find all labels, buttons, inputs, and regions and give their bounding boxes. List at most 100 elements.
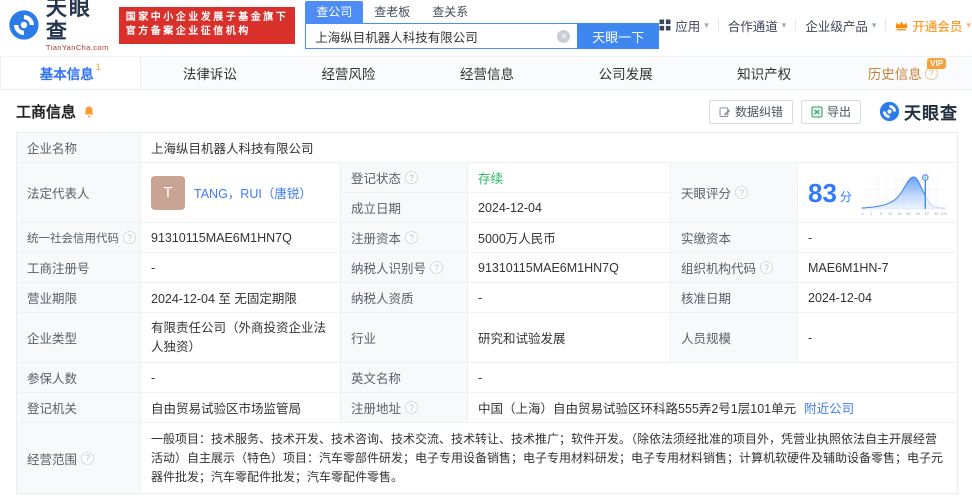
nearby-companies-link[interactable]: 附近公司	[804, 398, 854, 417]
english-name-value: -	[478, 371, 482, 385]
insured-count-value: -	[151, 371, 155, 385]
field-value-tianyan-score: 83 分 0 1	[798, 163, 957, 223]
field-value-reg-status: 存续	[468, 163, 671, 193]
svg-text:99: 99	[934, 211, 938, 215]
help-icon[interactable]: ?	[760, 261, 773, 274]
help-icon[interactable]: ?	[81, 452, 94, 465]
reg-capital-value: 5000万人民币	[478, 228, 556, 247]
help-icon[interactable]: ?	[405, 171, 418, 184]
menu-partner-label: 合作通道	[728, 16, 778, 35]
label-text: 核准日期	[681, 288, 731, 307]
field-value-reg-authority: 自由贸易试验区市场监管局	[141, 393, 341, 423]
svg-text:5: 5	[880, 211, 882, 215]
field-label-approval-date: 核准日期	[671, 283, 798, 313]
menu-apps[interactable]: 应用 ▾	[659, 16, 709, 35]
label-text: 英文名称	[351, 368, 401, 387]
field-label-taxpayer-id: 纳税人识别号 ?	[341, 253, 468, 283]
help-icon[interactable]: ?	[405, 231, 418, 244]
field-value-company-type: 有限责任公司（外商投资企业法人独资）	[141, 313, 341, 363]
search-tab-boss[interactable]: 查老板	[363, 1, 421, 23]
tab-history-info[interactable]: VIP 历史信息 ?	[833, 57, 972, 89]
field-label-org-code: 组织机构代码 ?	[671, 253, 798, 283]
field-label-establish-date: 成立日期	[341, 193, 468, 223]
search-tab-company[interactable]: 查公司	[305, 1, 363, 23]
svg-text:97: 97	[925, 211, 929, 215]
label-text: 注册资本	[351, 228, 401, 247]
business-term-value: 2024-12-04 至 无固定期限	[151, 288, 297, 307]
help-icon[interactable]: ?	[123, 231, 136, 244]
header-menu: 应用 ▾ 合作通道 ▾ 企业级产品 ▾ 开通会员 ▾	[659, 16, 972, 35]
field-label-company-name: 企业名称	[17, 133, 141, 163]
tab-intellectual-property[interactable]: 知识产权	[695, 57, 834, 89]
field-label-reg-status: 登记状态 ?	[341, 163, 468, 193]
logo-text: 天眼查 TianYanCha.com	[46, 0, 111, 52]
section-title: 工商信息	[16, 101, 76, 122]
export-button[interactable]: 导出	[801, 100, 861, 124]
score-distribution-chart: 0 1 5 15 40 60 80 97 99 100	[860, 166, 947, 220]
label-text: 天眼评分	[681, 183, 731, 202]
field-value-establish-date: 2024-12-04	[468, 193, 671, 223]
field-value-industry: 研究和试验发展	[468, 313, 671, 363]
field-value-org-code: MAE6M1HN-7	[798, 253, 957, 283]
label-text: 组织机构代码	[681, 258, 756, 277]
avatar[interactable]: T	[151, 176, 185, 210]
label-text: 纳税人识别号	[351, 258, 426, 277]
help-icon[interactable]: ?	[430, 261, 443, 274]
field-label-reg-authority: 登记机关	[17, 393, 141, 423]
search-button[interactable]: 天眼一下	[577, 23, 659, 49]
field-value-english-name: -	[468, 363, 957, 393]
tab-count-badge: 1	[96, 62, 101, 72]
svg-text:15: 15	[888, 211, 892, 215]
watermark-brand-text: 天眼查	[904, 99, 958, 124]
edit-correction-icon	[719, 106, 731, 118]
menu-apps-label: 应用	[675, 16, 700, 35]
tab-intellectual-property-label: 知识产权	[737, 63, 791, 83]
legal-rep-link[interactable]: TANG，RUI（唐锐）	[194, 183, 312, 202]
crown-icon	[895, 20, 908, 31]
divider	[795, 19, 796, 31]
field-value-legal-rep: T TANG，RUI（唐锐）	[141, 163, 341, 223]
svg-text:100: 100	[941, 211, 947, 215]
menu-enterprise-products[interactable]: 企业级产品 ▾	[805, 16, 876, 35]
data-correction-button[interactable]: 数据纠错	[709, 100, 793, 124]
help-icon[interactable]: ?	[405, 401, 418, 414]
tab-basic-info[interactable]: 基本信息 1	[0, 57, 141, 89]
label-text: 注册地址	[351, 398, 401, 417]
field-label-insured-count: 参保人数	[17, 363, 141, 393]
tab-operation-risk[interactable]: 经营风险	[279, 57, 418, 89]
help-icon[interactable]: ?	[735, 186, 748, 199]
monitor-bell-button[interactable]	[82, 105, 96, 119]
field-value-taxpayer-id: 91310115MAE6M1HN7Q	[468, 253, 671, 283]
score-value: 83	[808, 180, 837, 206]
search-area: 查公司 查老板 查关系 ✕ 天眼一下	[305, 1, 659, 49]
svg-text:1: 1	[871, 211, 873, 215]
menu-open-vip[interactable]: 开通会员 ▾	[895, 16, 971, 35]
taxpayer-quality-value: -	[478, 291, 482, 305]
chart-axis-ticks: 0 1 5 15 40 60 80 97 99 100	[861, 211, 946, 215]
tianyancha-logo-icon	[879, 101, 900, 122]
field-label-taxpayer-quality: 纳税人资质	[341, 283, 468, 313]
vip-badge: VIP	[927, 58, 946, 69]
label-text: 经营范围	[27, 449, 77, 468]
label-text: 人员规模	[681, 328, 731, 347]
label-text: 法定代表人	[27, 183, 90, 202]
search-tab-relation[interactable]: 查关系	[421, 1, 479, 23]
status-badge: 存续	[478, 168, 503, 187]
menu-partner-channel[interactable]: 合作通道 ▾	[728, 16, 787, 35]
business-registration-table: 企业名称 上海纵目机器人科技有限公司 法定代表人 T TANG，RUI（唐锐） …	[16, 132, 958, 494]
search-input[interactable]	[305, 23, 577, 49]
tab-business-info[interactable]: 经营信息	[418, 57, 557, 89]
menu-vip-label: 开通会员	[912, 16, 962, 35]
search-type-tabs: 查公司 查老板 查关系	[305, 1, 659, 23]
field-value-reg-address: 中国（上海）自由贸易试验区环科路555弄2号1层101单元 附近公司	[468, 393, 957, 423]
tab-legal-litigation[interactable]: 法律诉讼	[141, 57, 280, 89]
company-name-value: 上海纵目机器人科技有限公司	[151, 138, 314, 157]
tianyancha-logo[interactable]: 天眼查 TianYanCha.com	[8, 0, 111, 52]
tab-company-development[interactable]: 公司发展	[556, 57, 695, 89]
data-correction-label: 数据纠错	[735, 103, 783, 120]
date-value: 2024-12-04	[478, 201, 542, 215]
label-text: 纳税人资质	[351, 288, 414, 307]
score-unit: 分	[840, 188, 852, 205]
tab-history-info-label: 历史信息	[868, 63, 922, 83]
reg-number-value: -	[151, 261, 155, 275]
